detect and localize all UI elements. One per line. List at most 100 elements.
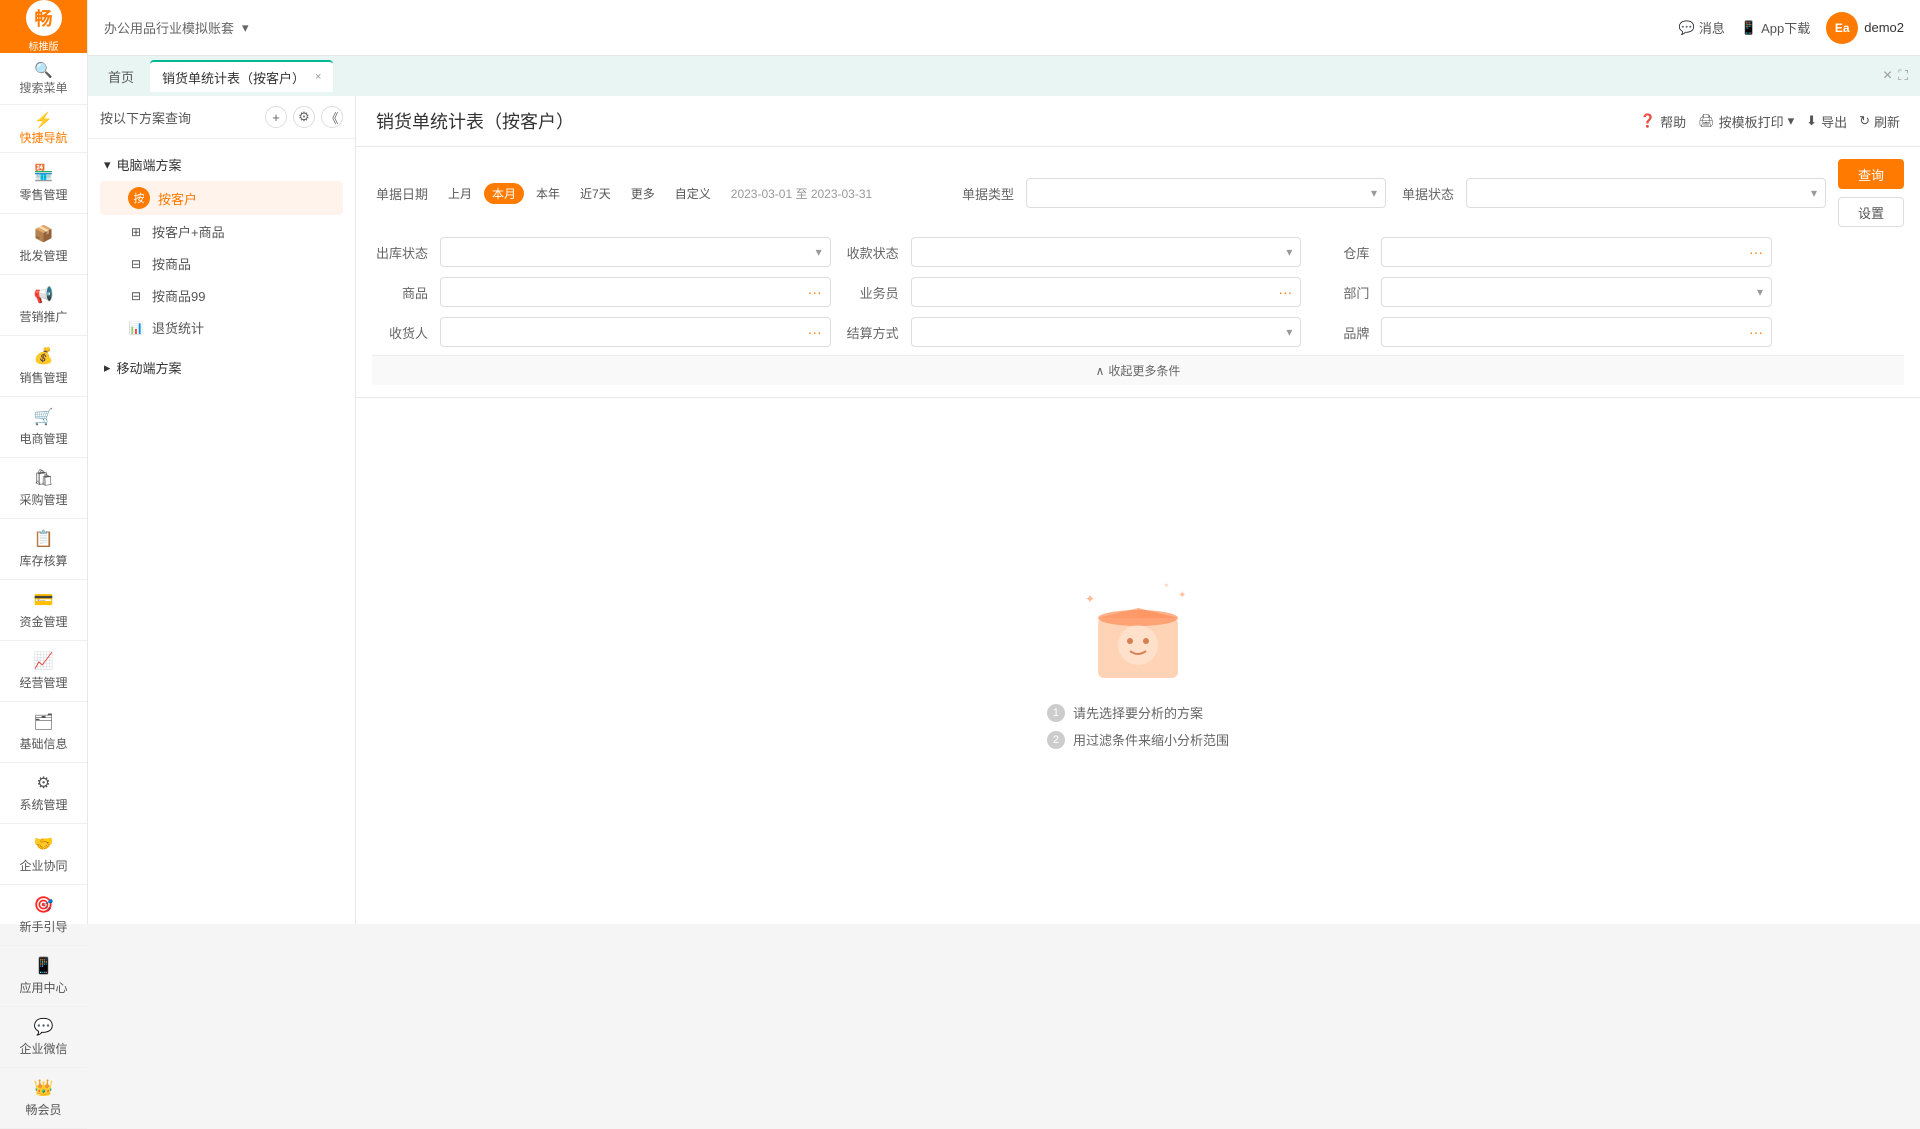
- dropdown-icon: ▾: [242, 20, 249, 36]
- sidebar-item-icon: 🛒: [34, 407, 54, 427]
- sidebar-item-销售管理[interactable]: 💰销售管理: [0, 336, 87, 397]
- sidebar-item-零售管理[interactable]: 🏪零售管理: [0, 153, 87, 214]
- scheme-item-customer[interactable]: 按 按客户: [100, 181, 343, 215]
- warehouse-select[interactable]: ···: [1381, 237, 1772, 267]
- date-tab-this-year[interactable]: 本年: [528, 183, 568, 204]
- sidebar-item-系统管理[interactable]: ⚙系统管理: [0, 763, 87, 824]
- page-title-bar: 销货单统计表（按客户） ❓ 帮助 🖨 按模板打印 ▾ ⬇ 导出: [356, 96, 1920, 147]
- sidebar-item-label: 畅会员: [25, 1101, 61, 1118]
- pay-status-select[interactable]: ▾: [911, 237, 1302, 267]
- sidebar-item-基础信息[interactable]: 🗂基础信息: [0, 702, 87, 763]
- settings-scheme-button[interactable]: ⚙: [293, 106, 315, 128]
- collapse-panel-button[interactable]: 《: [321, 106, 343, 128]
- sidebar-item-icon: 🎯: [34, 895, 54, 915]
- app-download-button[interactable]: 📱 App下载: [1741, 18, 1810, 37]
- export-button[interactable]: ⬇ 导出: [1806, 112, 1847, 131]
- receiver-label: 收货人: [372, 323, 428, 342]
- refresh-icon: ↻: [1859, 113, 1870, 129]
- sidebar-item-批发管理[interactable]: 📦批发管理: [0, 214, 87, 275]
- status-filter-label: 单据状态: [1398, 184, 1454, 203]
- payment-chevron: ▾: [1286, 325, 1292, 339]
- add-scheme-button[interactable]: +: [265, 106, 287, 128]
- sidebar-item-icon: 💬: [34, 1017, 54, 1037]
- user-menu[interactable]: Ea demo2: [1826, 12, 1904, 44]
- goods-select[interactable]: ···: [440, 277, 831, 307]
- warehouse-dots[interactable]: ···: [1749, 244, 1763, 260]
- status-select[interactable]: ▾: [1466, 178, 1826, 208]
- sidebar-item-label: 新手引导: [19, 918, 67, 935]
- type-select[interactable]: ▾: [1026, 178, 1386, 208]
- sidebar-item-企业协同[interactable]: 🤝企业协同: [0, 824, 87, 885]
- date-range-display: 2023-03-01 至 2023-03-31: [731, 185, 872, 202]
- sidebar-item-畅会员[interactable]: 👑畅会员: [0, 1068, 87, 1129]
- filter-area: 单据日期 上月 本月 本年 近7天 更多 自定义 2023-03-01 至 20…: [356, 147, 1920, 398]
- sidebar-item-经营管理[interactable]: 📈经营管理: [0, 641, 87, 702]
- goods-dots[interactable]: ···: [808, 284, 822, 300]
- scheme-item-label-4: 退货统计: [152, 318, 204, 337]
- salesperson-dots[interactable]: ···: [1278, 284, 1292, 300]
- date-tab-more[interactable]: 更多: [623, 183, 663, 204]
- hint-text-2: 用过滤条件来缩小分析范围: [1073, 730, 1229, 749]
- scheme-item-goods99[interactable]: ⊟ 按商品99: [100, 280, 343, 311]
- receiver-dots[interactable]: ···: [808, 324, 822, 340]
- sidebar-item-采购管理[interactable]: 🛍采购管理: [0, 458, 87, 519]
- scheme-item-label-1: 按客户+商品: [152, 222, 225, 241]
- sidebar-item-label: 企业微信: [19, 1040, 67, 1057]
- sidebar-logo[interactable]: 畅 标推版: [0, 0, 87, 53]
- tab-sales-stats[interactable]: 销货单统计表（按客户） ×: [150, 60, 333, 92]
- brand-select[interactable]: ···: [1381, 317, 1772, 347]
- sidebar-item-label: 资金管理: [19, 613, 67, 630]
- quick-nav-item[interactable]: ⚡ 快捷导航: [0, 105, 87, 153]
- date-tab-last-month[interactable]: 上月: [440, 183, 480, 204]
- empty-hints: 1 请先选择要分析的方案 2 用过滤条件来缩小分析范围: [1047, 703, 1229, 749]
- sidebar-item-资金管理[interactable]: 💳资金管理: [0, 580, 87, 641]
- pc-scheme-group-header[interactable]: ▾ 电脑端方案: [96, 151, 347, 178]
- tab-close-icon[interactable]: ×: [315, 71, 321, 83]
- brand-dots[interactable]: ···: [1749, 324, 1763, 340]
- out-status-select[interactable]: ▾: [440, 237, 831, 267]
- avatar: Ea: [1826, 12, 1858, 44]
- date-tab-this-month[interactable]: 本月: [484, 183, 524, 204]
- sidebar-item-新手引导[interactable]: 🎯 新手引导: [0, 885, 87, 946]
- salesperson-select[interactable]: ···: [911, 277, 1302, 307]
- print-button[interactable]: 🖨 按模板打印 ▾: [1698, 112, 1794, 131]
- filter-row-4: 收货人 ··· 结算方式 ▾ 品牌 ···: [372, 317, 1904, 347]
- scheme-icon-3: ⊟: [128, 288, 144, 304]
- collapse-filters-button[interactable]: ∧ 收起更多条件: [372, 355, 1904, 385]
- receiver-select[interactable]: ···: [440, 317, 831, 347]
- scheme-item-return[interactable]: 📊 退货统计: [100, 312, 343, 343]
- sidebar-item-企业微信[interactable]: 💬 企业微信: [0, 1007, 87, 1068]
- sidebar-item-应用中心[interactable]: 📱应用中心: [0, 946, 87, 1007]
- search-menu-item[interactable]: 🔍 搜索菜单: [0, 53, 87, 105]
- sidebar-item-库存核算[interactable]: 📋库存核算: [0, 519, 87, 580]
- collapse-icon: ∧: [1096, 364, 1105, 378]
- pc-scheme-group: ▾ 电脑端方案 按 按客户 ⊞ 按客户+商品 ⊟: [88, 147, 355, 350]
- date-tab-custom[interactable]: 自定义: [667, 183, 719, 204]
- tab-close-all-icon[interactable]: ×: [1883, 67, 1892, 85]
- scheme-item-goods[interactable]: ⊟ 按商品: [100, 248, 343, 279]
- scheme-item-customer-goods[interactable]: ⊞ 按客户+商品: [100, 216, 343, 247]
- tab-maximize-icon[interactable]: ⛶: [1898, 67, 1908, 85]
- filter-row-2: 出库状态 ▾ 收款状态 ▾ 仓库 ···: [372, 237, 1904, 267]
- scheme-item-customer-label: 按客户: [158, 189, 197, 208]
- print-dropdown-icon[interactable]: ▾: [1788, 113, 1795, 129]
- dept-label: 部门: [1313, 283, 1369, 302]
- date-tab-7days[interactable]: 近7天: [572, 183, 619, 204]
- collapse-label: 收起更多条件: [1108, 362, 1180, 379]
- scheme-item-label-2: 按商品: [152, 254, 191, 273]
- refresh-button[interactable]: ↻ 刷新: [1859, 112, 1900, 131]
- sidebar-item-icon: 🛍: [33, 468, 53, 488]
- settings-button[interactable]: 设置: [1838, 197, 1904, 227]
- payment-select[interactable]: ▾: [911, 317, 1302, 347]
- query-button[interactable]: 查询: [1838, 159, 1904, 189]
- message-button[interactable]: 💬 消息: [1679, 18, 1725, 37]
- dept-select[interactable]: ▾: [1381, 277, 1772, 307]
- mobile-scheme-group-header[interactable]: ▸ 移动端方案: [96, 354, 347, 381]
- sidebar-item-icon: 🗂: [33, 712, 53, 732]
- sidebar-item-营销推广[interactable]: 📢营销推广: [0, 275, 87, 336]
- sidebar-item-电商管理[interactable]: 🛒电商管理: [0, 397, 87, 458]
- product-selector[interactable]: 办公用品行业模拟账套 ▾: [104, 18, 249, 37]
- help-button[interactable]: ❓ 帮助: [1640, 112, 1686, 131]
- tab-home[interactable]: 首页: [96, 60, 146, 92]
- brand-label: 品牌: [1313, 323, 1369, 342]
